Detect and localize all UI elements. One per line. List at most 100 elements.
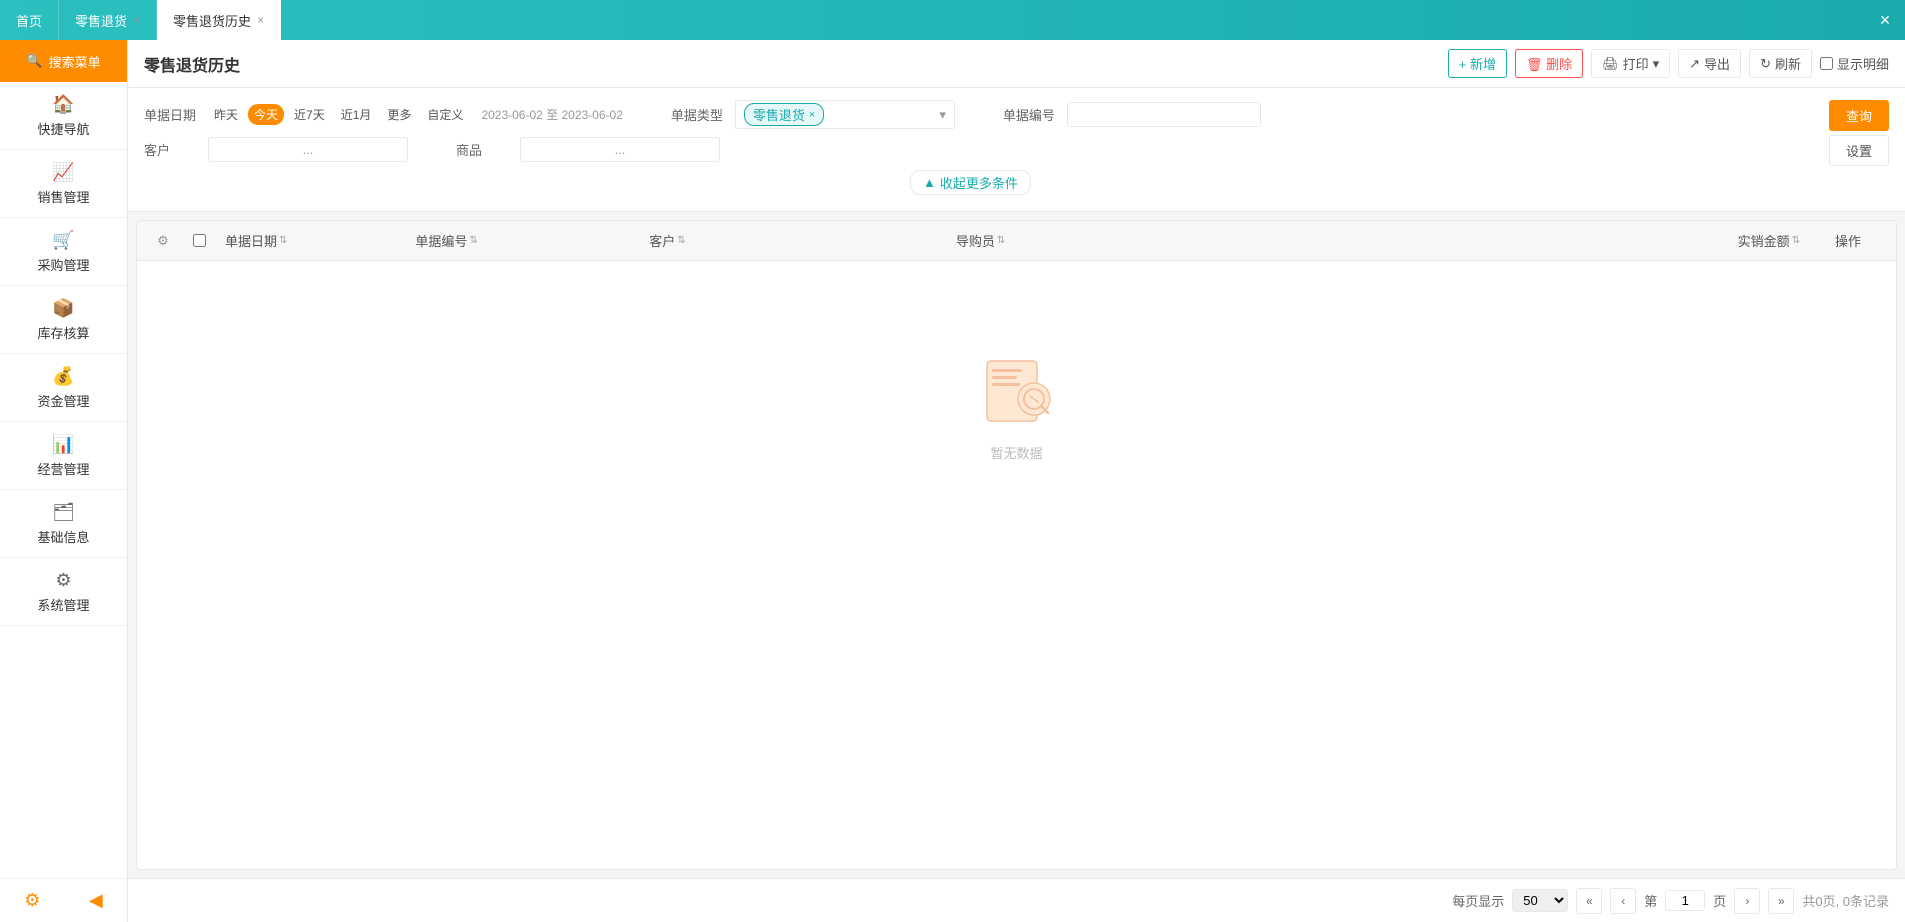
show-detail-checkbox-label[interactable]: 显示明细 bbox=[1820, 54, 1889, 73]
sidebar-item-system[interactable]: ⚙ 系统管理 bbox=[0, 558, 127, 626]
type-filter-label: 单据类型 bbox=[671, 105, 727, 124]
filter-actions: 查询 设置 bbox=[1813, 100, 1889, 166]
sort-date-icon: ⇅ bbox=[279, 235, 287, 246]
th-date[interactable]: 单据日期 ⇅ bbox=[217, 231, 407, 250]
header-checkbox[interactable] bbox=[181, 234, 217, 247]
th-customer[interactable]: 客户 ⇅ bbox=[641, 231, 948, 250]
delete-button[interactable]: 🗑 删除 bbox=[1515, 49, 1583, 78]
date-7days[interactable]: 近7天 bbox=[288, 104, 331, 125]
collapse-button[interactable]: ▲ 收起更多条件 bbox=[910, 170, 1031, 195]
type-tag-close[interactable]: × bbox=[809, 109, 815, 121]
basics-icon: 🗂 bbox=[52, 502, 75, 523]
sidebar-item-inventory[interactable]: 📦 库存核算 bbox=[0, 286, 127, 354]
filter-row-1: 单据日期 昨天 今天 近7天 近1月 更多 自定义 2023-06-02 至 2… bbox=[144, 100, 1797, 129]
filter-row-2: 客户 ... 商品 ... bbox=[144, 137, 1797, 162]
window-close-button[interactable]: × bbox=[1865, 0, 1905, 40]
sidebar-item-quick-nav[interactable]: 🏠 快捷导航 bbox=[0, 82, 127, 150]
settings-bottom-icon[interactable]: ⚙ bbox=[24, 890, 40, 911]
inventory-icon: 📦 bbox=[52, 298, 74, 319]
content-area: 零售退货历史 + 新增 🗑 删除 🖨 打印 ▾ ↗ 导出 ↻ 刷新 bbox=[128, 40, 1905, 922]
table-header: ⚙ 单据日期 ⇅ 单据编号 ⇅ 客户 ⇅ 导购员 ⇅ bbox=[137, 221, 1896, 261]
date-more[interactable]: 更多 bbox=[381, 104, 417, 125]
empty-state: 暂无数据 bbox=[972, 261, 1062, 542]
customer-filter-label: 客户 bbox=[144, 140, 200, 159]
sort-num-icon: ⇅ bbox=[469, 235, 477, 246]
sidebar-item-purchase[interactable]: 🛒 采购管理 bbox=[0, 218, 127, 286]
filter-area: 单据日期 昨天 今天 近7天 近1月 更多 自定义 2023-06-02 至 2… bbox=[128, 88, 1905, 212]
collapse-row: ▲ 收起更多条件 bbox=[144, 170, 1797, 195]
tab-retail-return-history-close[interactable]: × bbox=[257, 13, 264, 27]
sort-guide-icon: ⇅ bbox=[997, 235, 1005, 246]
th-amount[interactable]: 实销金额 ⇅ bbox=[1618, 231, 1808, 250]
page-title: 零售退货历史 bbox=[144, 52, 240, 76]
total-label: 共0页, 0条记录 bbox=[1802, 891, 1889, 910]
main-layout: 🔍 搜索菜单 🏠 快捷导航 📈 销售管理 🛒 采购管理 📦 库存核算 💰 资金管… bbox=[0, 40, 1905, 922]
th-num[interactable]: 单据编号 ⇅ bbox=[407, 231, 641, 250]
top-bar: 首页 零售退货 × 零售退货历史 × × bbox=[0, 0, 1905, 40]
sidebar-bottom: ⚙ ◀ bbox=[0, 878, 127, 922]
goods-filter-input[interactable]: ... bbox=[520, 137, 720, 162]
sidebar-item-operations[interactable]: 📊 经营管理 bbox=[0, 422, 127, 490]
sidebar-item-sales[interactable]: 📈 销售管理 bbox=[0, 150, 127, 218]
last-page-button[interactable]: » bbox=[1768, 888, 1794, 914]
new-button[interactable]: + 新增 bbox=[1448, 49, 1507, 78]
page-suffix: 页 bbox=[1713, 891, 1726, 910]
setting-button[interactable]: 设置 bbox=[1829, 135, 1889, 166]
per-page-label: 每页显示 bbox=[1452, 891, 1504, 910]
type-tag: 零售退货 × bbox=[744, 103, 824, 126]
export-icon: ↗ bbox=[1689, 56, 1700, 72]
date-today[interactable]: 今天 bbox=[248, 104, 284, 125]
date-1month[interactable]: 近1月 bbox=[335, 104, 378, 125]
voucher-input[interactable] bbox=[1067, 102, 1261, 127]
date-custom[interactable]: 自定义 bbox=[421, 104, 469, 125]
page-header: 零售退货历史 + 新增 🗑 删除 🖨 打印 ▾ ↗ 导出 ↻ 刷新 bbox=[128, 40, 1905, 88]
print-icon: 🖨 bbox=[1602, 56, 1619, 72]
type-dropdown-icon[interactable]: ▾ bbox=[939, 107, 946, 123]
date-yesterday[interactable]: 昨天 bbox=[208, 104, 244, 125]
finance-icon: 💰 bbox=[52, 366, 74, 387]
search-icon: 🔍 bbox=[26, 53, 42, 69]
purchase-icon: 🛒 bbox=[52, 230, 74, 251]
tab-retail-return-close[interactable]: × bbox=[133, 13, 140, 27]
prev-page-button[interactable]: ‹ bbox=[1610, 888, 1636, 914]
sidebar-item-finance[interactable]: 💰 资金管理 bbox=[0, 354, 127, 422]
table-body: 暂无数据 bbox=[137, 261, 1896, 542]
page-label: 第 bbox=[1644, 891, 1657, 910]
sort-customer-icon: ⇅ bbox=[677, 235, 685, 246]
show-detail-checkbox[interactable] bbox=[1820, 57, 1833, 70]
next-page-button[interactable]: › bbox=[1734, 888, 1760, 914]
query-button[interactable]: 查询 bbox=[1829, 100, 1889, 131]
sales-icon: 📈 bbox=[52, 162, 74, 183]
th-action: 操作 bbox=[1808, 231, 1888, 250]
empty-text: 暂无数据 bbox=[990, 443, 1042, 462]
print-dropdown-icon: ▾ bbox=[1653, 56, 1660, 72]
tab-home[interactable]: 首页 bbox=[0, 0, 59, 40]
print-button[interactable]: 🖨 打印 ▾ bbox=[1591, 49, 1670, 78]
operations-icon: 📊 bbox=[52, 434, 74, 455]
sidebar: 🔍 搜索菜单 🏠 快捷导航 📈 销售管理 🛒 采购管理 📦 库存核算 💰 资金管… bbox=[0, 40, 128, 922]
export-button[interactable]: ↗ 导出 bbox=[1678, 49, 1741, 78]
customer-filter-input[interactable]: ... bbox=[208, 137, 408, 162]
column-settings-icon[interactable]: ⚙ bbox=[145, 233, 181, 249]
tab-list: 首页 零售退货 × 零售退货历史 × bbox=[0, 0, 1865, 40]
goods-filter-label: 商品 bbox=[456, 140, 512, 159]
select-all-checkbox[interactable] bbox=[193, 234, 206, 247]
type-filter-container[interactable]: 零售退货 × ▾ bbox=[735, 100, 955, 129]
system-icon: ⚙ bbox=[55, 570, 71, 591]
refresh-icon: ↻ bbox=[1760, 56, 1771, 72]
sidebar-search[interactable]: 🔍 搜索菜单 bbox=[0, 40, 127, 82]
date-options: 昨天 今天 近7天 近1月 更多 自定义 bbox=[208, 104, 469, 125]
tab-retail-return-history[interactable]: 零售退货历史 × bbox=[157, 0, 281, 40]
th-guide[interactable]: 导购员 ⇅ bbox=[948, 231, 1182, 250]
home-icon: 🏠 bbox=[52, 94, 74, 115]
collapse-sidebar-icon[interactable]: ◀ bbox=[89, 890, 103, 911]
refresh-button[interactable]: ↻ 刷新 bbox=[1749, 49, 1812, 78]
sort-amount-icon: ⇅ bbox=[1792, 235, 1800, 246]
table-area: ⚙ 单据日期 ⇅ 单据编号 ⇅ 客户 ⇅ 导购员 ⇅ bbox=[136, 220, 1897, 870]
sidebar-item-basics[interactable]: 🗂 基础信息 bbox=[0, 490, 127, 558]
first-page-button[interactable]: « bbox=[1576, 888, 1602, 914]
tab-retail-return[interactable]: 零售退货 × bbox=[59, 0, 157, 40]
page-input[interactable] bbox=[1665, 890, 1705, 911]
per-page-select[interactable]: 20 50 100 bbox=[1512, 889, 1568, 912]
pagination-bar: 每页显示 20 50 100 « ‹ 第 页 › » 共0页, 0条记录 bbox=[128, 878, 1905, 922]
